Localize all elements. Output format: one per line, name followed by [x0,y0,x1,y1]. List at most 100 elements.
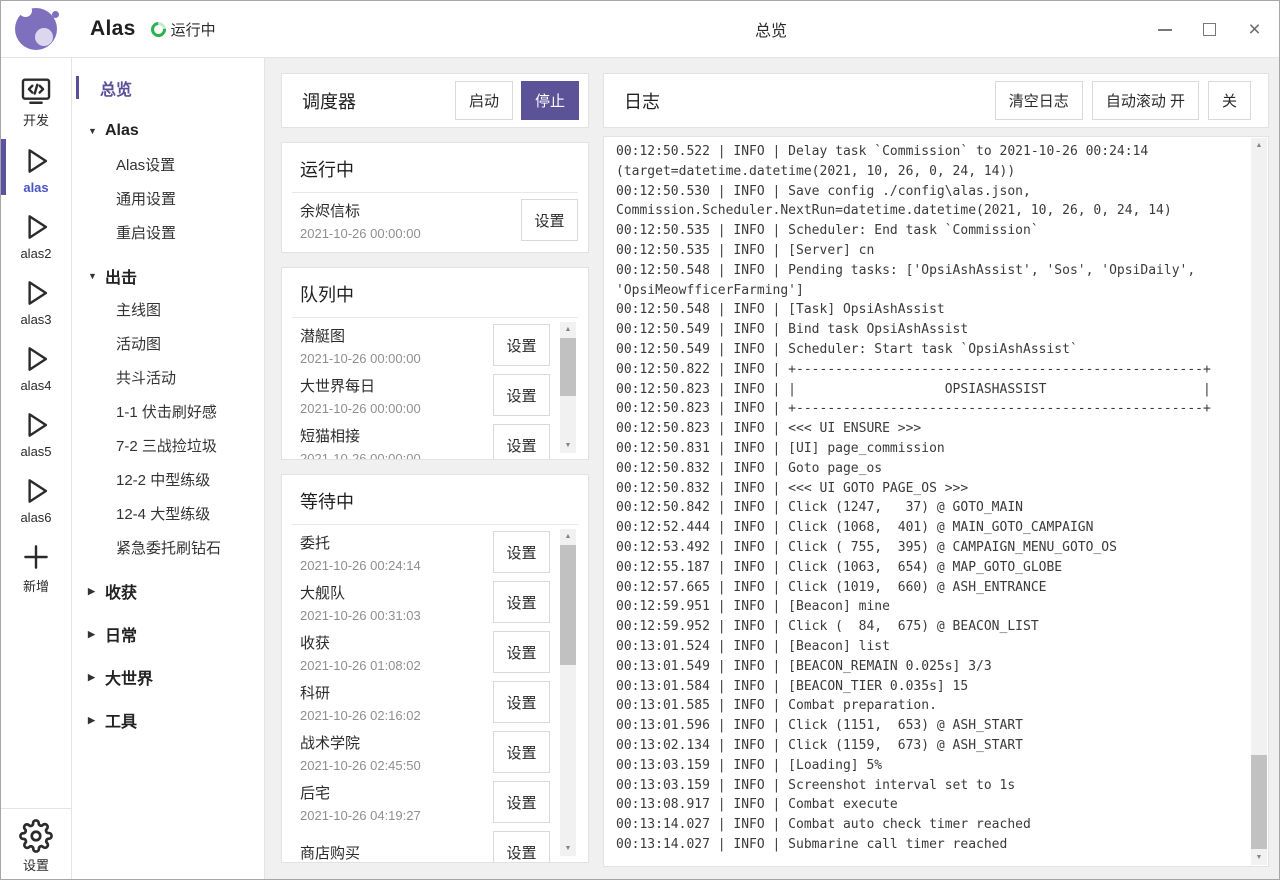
menu-item-Alas设置[interactable]: Alas设置 [72,150,264,179]
task-name: 商店购买 [300,842,493,863]
task-next-run-time: 2021-10-26 00:00:00 [300,351,493,366]
task-next-run-time: 2021-10-26 01:08:02 [300,658,493,673]
instance-rail: 开发 alas alas2 alas3 alas4 alas5 alas6新增 设置 [1,58,72,879]
task-next-run-time: 2021-10-26 00:31:03 [300,608,493,623]
window-controls: × [1142,1,1277,58]
task-settings-button[interactable]: 设置 [493,781,550,823]
task-name: 科研 [300,682,493,703]
task-next-run-time: 2021-10-26 00:00:00 [300,451,493,460]
scroll-up-icon[interactable]: ▲ [1251,138,1267,153]
log-text: 00:12:50.522 | INFO | Delay task `Commis… [604,137,1251,866]
task-settings-button[interactable]: 设置 [493,681,550,723]
menu-group-label: 日常 [105,622,137,646]
app-name: Alas [90,17,136,41]
chevron-right-icon: ▶ [88,585,105,597]
task-settings-button[interactable]: 设置 [493,831,550,862]
window-page-title: 总览 [755,17,787,41]
scheduler-header: 调度器 启动 停止 [281,73,589,128]
pending-scrollbar[interactable]: ▲ ▼ [560,322,576,453]
minimize-button[interactable] [1142,9,1187,51]
menu-item-共斗活动[interactable]: 共斗活动 [72,363,264,392]
task-settings-button[interactable]: 设置 [493,424,550,459]
task-row: 余烬信标2021-10-26 00:00:00设置 [300,195,588,245]
menu-item-7-2 三战捡垃圾[interactable]: 7-2 三战捡垃圾 [72,431,264,460]
task-name: 潜艇图 [300,325,493,346]
chevron-right-icon: ▶ [88,671,105,683]
menu-group-label: 工具 [105,708,137,732]
task-settings-button[interactable]: 设置 [493,581,550,623]
menu-item-活动图[interactable]: 活动图 [72,329,264,358]
task-settings-button[interactable]: 设置 [493,631,550,673]
rail-item-alas3[interactable]: alas3 [1,266,71,332]
scrollbar-thumb[interactable] [560,545,576,665]
scheduler-status-text: 运行中 [171,19,216,40]
menu-item-1-1 伏击刷好感[interactable]: 1-1 伏击刷好感 [72,397,264,426]
rail-item-alas[interactable]: alas [1,134,71,200]
alas-logo-icon [15,8,57,50]
task-settings-button[interactable]: 设置 [521,199,578,241]
maximize-icon [1203,23,1216,36]
scroll-down-icon[interactable]: ▼ [1251,850,1267,865]
scroll-down-icon[interactable]: ▼ [560,841,576,856]
menu-item-12-4 大型练级[interactable]: 12-4 大型练级 [72,499,264,528]
running-title: 运行中 [292,143,578,193]
scrollbar-thumb[interactable] [560,338,576,396]
task-next-run-time: 2021-10-26 02:16:02 [300,708,493,723]
close-button[interactable]: × [1232,9,1277,51]
rail-item-label: alas5 [20,444,51,459]
rail-item-新增[interactable]: 新增 [1,530,71,600]
log-scrollbar[interactable]: ▲ ▼ [1251,138,1267,865]
task-settings-button[interactable]: 设置 [493,324,550,366]
rail-item-alas5[interactable]: alas5 [1,398,71,464]
waiting-card: 等待中 委托2021-10-26 00:24:14设置大舰队2021-10-26… [281,474,589,863]
task-settings-button[interactable]: 设置 [493,374,550,416]
menu-group-收获[interactable]: ▶收获 [72,576,264,605]
waiting-title: 等待中 [292,475,578,525]
chevron-down-icon: ▼ [88,270,105,281]
rail-item-alas6[interactable]: alas6 [1,464,71,530]
close-icon: × [1248,19,1260,40]
rail-item-alas2[interactable]: alas2 [1,200,71,266]
menu-group-工具[interactable]: ▶工具 [72,705,264,734]
menu-group-Alas[interactable]: ▼Alas [72,116,264,145]
scheduler-stop-button[interactable]: 停止 [521,81,579,120]
rail-item-开发[interactable]: 开发 [1,64,71,134]
menu-group-label: 大世界 [105,665,153,689]
scroll-down-icon[interactable]: ▼ [560,438,576,453]
rail-item-label: alas [23,180,48,195]
task-name: 战术学院 [300,732,493,753]
menu-item-通用设置[interactable]: 通用设置 [72,184,264,213]
autoscroll-off-button[interactable]: 关 [1208,81,1251,120]
menu-group-日常[interactable]: ▶日常 [72,619,264,648]
waiting-scrollbar[interactable]: ▲ ▼ [560,529,576,856]
task-settings-button[interactable]: 设置 [493,731,550,773]
scheduler-start-button[interactable]: 启动 [455,81,513,120]
scroll-up-icon[interactable]: ▲ [560,529,576,544]
menu-item-紧急委托刷钻石[interactable]: 紧急委托刷钻石 [72,533,264,562]
scroll-up-icon[interactable]: ▲ [560,322,576,337]
log-header: 日志 清空日志 自动滚动 开 关 [603,73,1269,128]
menu-group-label: Alas [105,122,139,140]
task-name: 余烬信标 [300,200,521,221]
autoscroll-on-button[interactable]: 自动滚动 开 [1092,81,1199,120]
menu-item-主线图[interactable]: 主线图 [72,295,264,324]
rail-item-label: 开发 [23,110,49,129]
rail-item-label: alas4 [20,378,51,393]
rail-item-label: alas2 [20,246,51,261]
menu-group-大世界[interactable]: ▶大世界 [72,662,264,691]
task-name: 收获 [300,632,493,653]
menu-item-重启设置[interactable]: 重启设置 [72,218,264,247]
play-icon [18,473,54,509]
task-row: 潜艇图 2021-10-26 00:00:00设置 [300,320,560,370]
maximize-button[interactable] [1187,9,1232,51]
rail-item-settings[interactable]: 设置 [1,809,71,879]
clear-log-button[interactable]: 清空日志 [995,81,1083,120]
menu-link-总览[interactable]: 总览 [72,73,264,102]
task-settings-button[interactable]: 设置 [493,531,550,573]
menu-item-12-2 中型练级[interactable]: 12-2 中型练级 [72,465,264,494]
log-column: 日志 清空日志 自动滚动 开 关 00:12:50.522 | INFO | D… [603,73,1269,879]
rail-item-alas4[interactable]: alas4 [1,332,71,398]
menu-group-出击[interactable]: ▼出击 [72,261,264,290]
log-title: 日志 [624,88,986,114]
scrollbar-thumb[interactable] [1251,755,1267,849]
